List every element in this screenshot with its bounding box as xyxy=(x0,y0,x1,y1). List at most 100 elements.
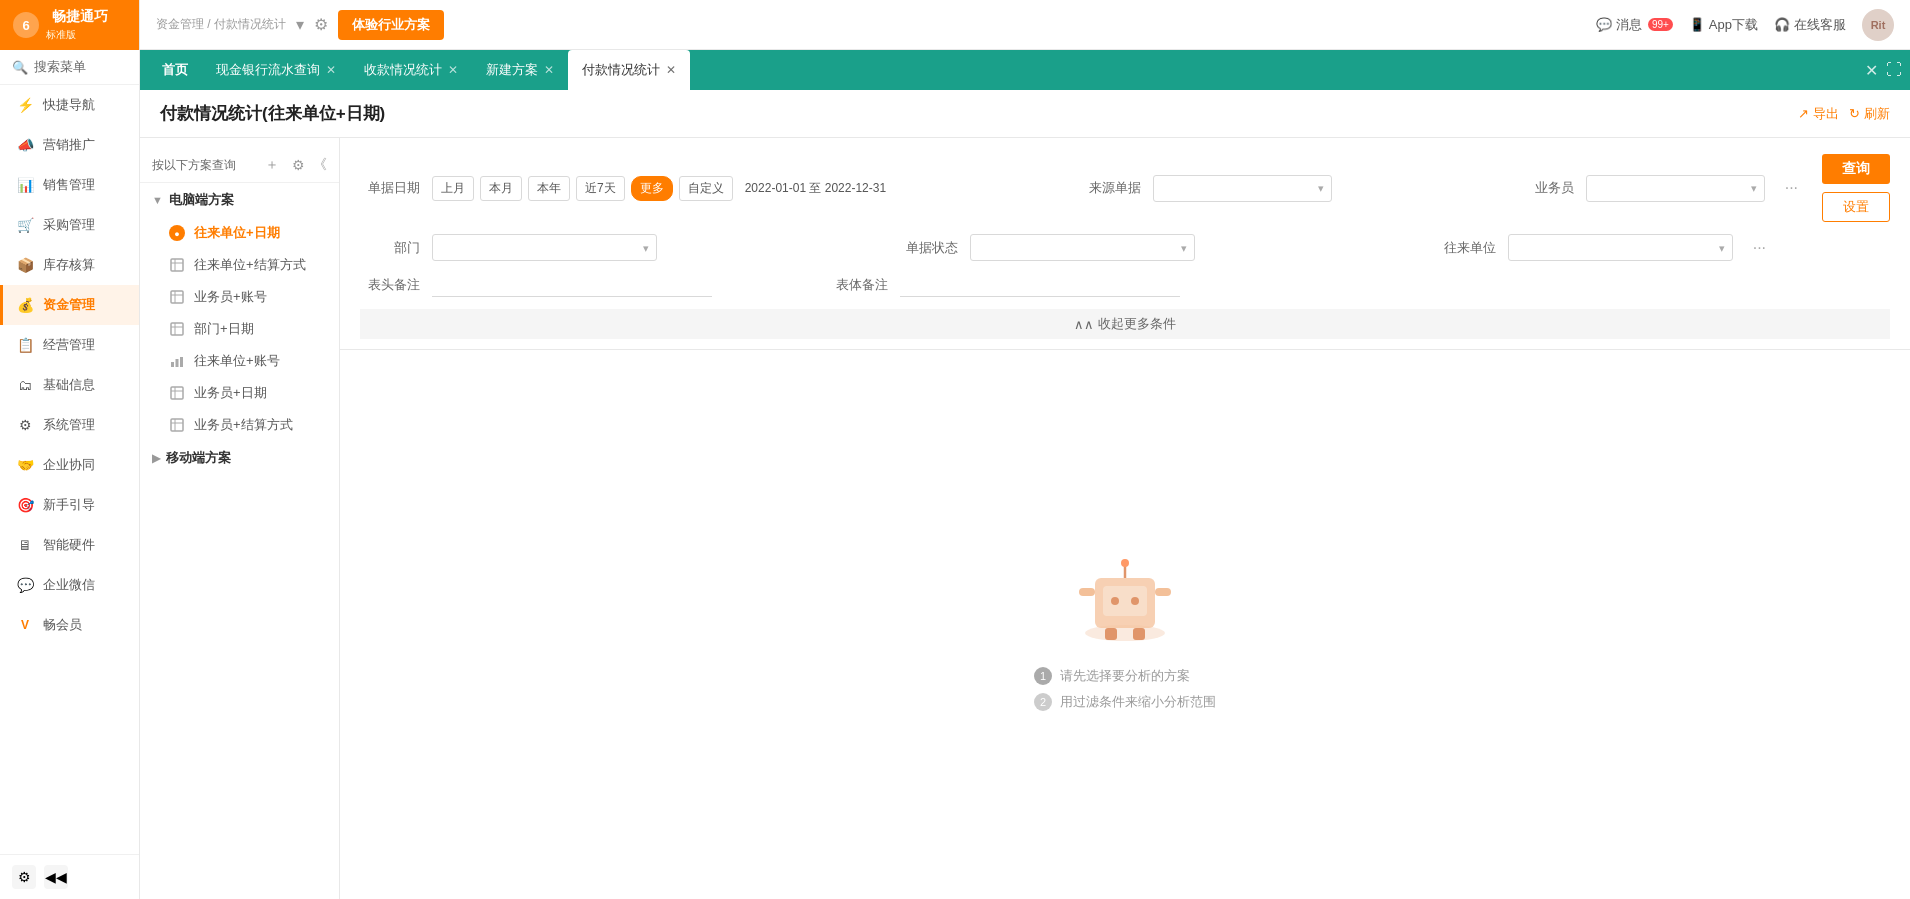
scheme-settings-button[interactable]: ⚙ xyxy=(287,154,309,176)
tab-expand-icon[interactable]: ⛶ xyxy=(1886,61,1902,79)
export-icon: ↗ xyxy=(1798,106,1809,121)
sidebar-item-enterprise[interactable]: 🤝 企业协同 xyxy=(0,445,139,485)
filter-area: 单据日期 上月 本月 本年 近7天 更多 自定义 2022-01-01 至 20… xyxy=(340,138,1910,350)
counterparty-select[interactable] xyxy=(1508,234,1733,261)
customer-service-btn[interactable]: 🎧 在线客服 xyxy=(1774,16,1846,34)
topbar-settings-icon[interactable]: ⚙ xyxy=(314,15,328,34)
service-icon: 🎧 xyxy=(1774,17,1790,32)
tab-bank-flow-close[interactable]: ✕ xyxy=(326,63,336,77)
app-download-btn[interactable]: 📱 App下载 xyxy=(1689,16,1758,34)
scheme-item-dept-date[interactable]: 部门+日期 xyxy=(140,313,339,345)
trial-button[interactable]: 体验行业方案 xyxy=(338,10,444,40)
date-btn-last-month[interactable]: 上月 xyxy=(432,176,474,201)
filter-settings-button[interactable]: 设置 xyxy=(1822,192,1890,222)
date-btn-this-month[interactable]: 本月 xyxy=(480,176,522,201)
dept-select-wrapper: ▾ xyxy=(432,234,657,261)
sidebar-item-system[interactable]: ⚙ 系统管理 xyxy=(0,405,139,445)
tab-new-scheme-close[interactable]: ✕ xyxy=(544,63,554,77)
tab-home[interactable]: 首页 xyxy=(148,50,202,90)
filter-panel: 单据日期 上月 本月 本年 近7天 更多 自定义 2022-01-01 至 20… xyxy=(340,138,1910,899)
scheme-item-staff-date[interactable]: 业务员+日期 xyxy=(140,377,339,409)
tab-new-scheme[interactable]: 新建方案 ✕ xyxy=(472,50,568,90)
tab-home-label: 首页 xyxy=(162,61,188,79)
sidebar-search[interactable]: 🔍 搜索菜单 xyxy=(0,50,139,85)
body-layout: 按以下方案查询 ＋ ⚙ 《 ▼ 电脑端方案 ● 往来单位+日期 往来单位+结算方… xyxy=(140,138,1910,899)
sidebar-item-capital[interactable]: 💰 资金管理 xyxy=(0,285,139,325)
capital-icon: 💰 xyxy=(15,295,35,315)
dept-select[interactable] xyxy=(432,234,657,261)
body-notes-input[interactable] xyxy=(900,273,1180,297)
query-button[interactable]: 查询 xyxy=(1822,154,1890,184)
status-select[interactable] xyxy=(970,234,1195,261)
svg-rect-27 xyxy=(1105,628,1117,640)
sidebar-item-wechat[interactable]: 💬 企业微信 xyxy=(0,565,139,605)
sidebar-item-label: 销售管理 xyxy=(43,176,95,194)
tab-receipt-stats-close[interactable]: ✕ xyxy=(448,63,458,77)
tab-payment-stats-label: 付款情况统计 xyxy=(582,61,660,79)
counterparty-label: 往来单位 xyxy=(1444,239,1496,257)
scheme-collapse-button[interactable]: 《 xyxy=(313,156,327,174)
counterparty-dots[interactable]: ··· xyxy=(1753,239,1766,257)
topbar: 资金管理 / 付款情况统计 ▾ ⚙ 体验行业方案 💬 消息 99+ 📱 App下… xyxy=(140,0,1910,50)
scheme-item-label: 往来单位+结算方式 xyxy=(194,256,306,274)
scheme-item-counterparty-date[interactable]: ● 往来单位+日期 xyxy=(140,217,339,249)
scheme-item-staff-account[interactable]: 业务员+账号 xyxy=(140,281,339,313)
logo-icon: 6 xyxy=(12,11,40,39)
topbar-dropdown-icon[interactable]: ▾ xyxy=(296,15,304,34)
sidebar-item-marketing[interactable]: 📣 营销推广 xyxy=(0,125,139,165)
export-button[interactable]: ↗ 导出 xyxy=(1798,105,1839,123)
salesperson-dots[interactable]: ··· xyxy=(1785,179,1798,197)
marketing-icon: 📣 xyxy=(15,135,35,155)
svg-rect-7 xyxy=(171,291,183,303)
svg-point-30 xyxy=(1121,559,1129,567)
tab-payment-stats-close[interactable]: ✕ xyxy=(666,63,676,77)
scheme-item-counterparty-settle[interactable]: 往来单位+结算方式 xyxy=(140,249,339,281)
hardware-icon: 🖥 xyxy=(15,535,35,555)
tab-payment-stats[interactable]: 付款情况统计 ✕ xyxy=(568,50,690,90)
date-btn-custom[interactable]: 自定义 xyxy=(679,176,733,201)
date-btn-last-7days[interactable]: 近7天 xyxy=(576,176,625,201)
scheme-desktop-category[interactable]: ▼ 电脑端方案 xyxy=(140,183,339,217)
table-icon-1 xyxy=(168,256,186,274)
sidebar-item-label: 畅会员 xyxy=(43,616,82,634)
sidebar-item-operation[interactable]: 📋 经营管理 xyxy=(0,325,139,365)
refresh-button[interactable]: ↻ 刷新 xyxy=(1849,105,1890,123)
message-btn[interactable]: 💬 消息 99+ xyxy=(1596,16,1673,34)
svg-rect-13 xyxy=(171,362,174,367)
salesperson-select[interactable] xyxy=(1586,175,1765,202)
topbar-right: 💬 消息 99+ 📱 App下载 🎧 在线客服 Rit xyxy=(1596,9,1894,41)
date-btn-more[interactable]: 更多 xyxy=(631,176,673,201)
sidebar-collapse-icon[interactable]: ◀◀ xyxy=(44,865,68,889)
sidebar-item-purchase[interactable]: 🛒 采购管理 xyxy=(0,205,139,245)
tab-receipt-stats[interactable]: 收款情况统计 ✕ xyxy=(350,50,472,90)
desktop-category-label: 电脑端方案 xyxy=(169,191,234,209)
sidebar-item-label: 企业微信 xyxy=(43,576,95,594)
svg-rect-10 xyxy=(171,323,183,335)
sidebar-item-basic[interactable]: 🗂 基础信息 xyxy=(0,365,139,405)
sidebar-item-guide[interactable]: 🎯 新手引导 xyxy=(0,485,139,525)
scheme-item-counterparty-account[interactable]: 往来单位+账号 xyxy=(140,345,339,377)
empty-tips: 1 请先选择要分析的方案 2 用过滤条件来缩小分析范围 xyxy=(1034,667,1216,711)
scheme-mobile-category[interactable]: ▶ 移动端方案 xyxy=(140,441,339,475)
sidebar-item-sales[interactable]: 📊 销售管理 xyxy=(0,165,139,205)
scheme-add-button[interactable]: ＋ xyxy=(261,154,283,176)
header-notes-input[interactable] xyxy=(432,273,712,297)
sidebar-item-member[interactable]: V 畅会员 xyxy=(0,605,139,645)
app-icon: 📱 xyxy=(1689,17,1705,32)
tab-bank-flow[interactable]: 现金银行流水查询 ✕ xyxy=(202,50,350,90)
scheme-item-label: 业务员+日期 xyxy=(194,384,267,402)
sidebar-item-label: 资金管理 xyxy=(43,296,95,314)
user-avatar[interactable]: Rit xyxy=(1862,9,1894,41)
sidebar-item-stock[interactable]: 📦 库存核算 xyxy=(0,245,139,285)
scheme-header: 按以下方案查询 ＋ ⚙ 《 xyxy=(140,148,339,183)
sidebar-item-quick-nav[interactable]: ⚡ 快捷导航 xyxy=(0,85,139,125)
mobile-category-label: 移动端方案 xyxy=(166,449,231,467)
sidebar-item-hardware[interactable]: 🖥 智能硬件 xyxy=(0,525,139,565)
scheme-item-staff-settle[interactable]: 业务员+结算方式 xyxy=(140,409,339,441)
tab-close-all-icon[interactable]: ✕ xyxy=(1865,61,1878,80)
source-select[interactable] xyxy=(1153,175,1332,202)
sales-icon: 📊 xyxy=(15,175,35,195)
sidebar-settings-icon[interactable]: ⚙ xyxy=(12,865,36,889)
date-btn-this-year[interactable]: 本年 xyxy=(528,176,570,201)
collapse-more-button[interactable]: ∧∧ 收起更多条件 xyxy=(360,309,1890,339)
